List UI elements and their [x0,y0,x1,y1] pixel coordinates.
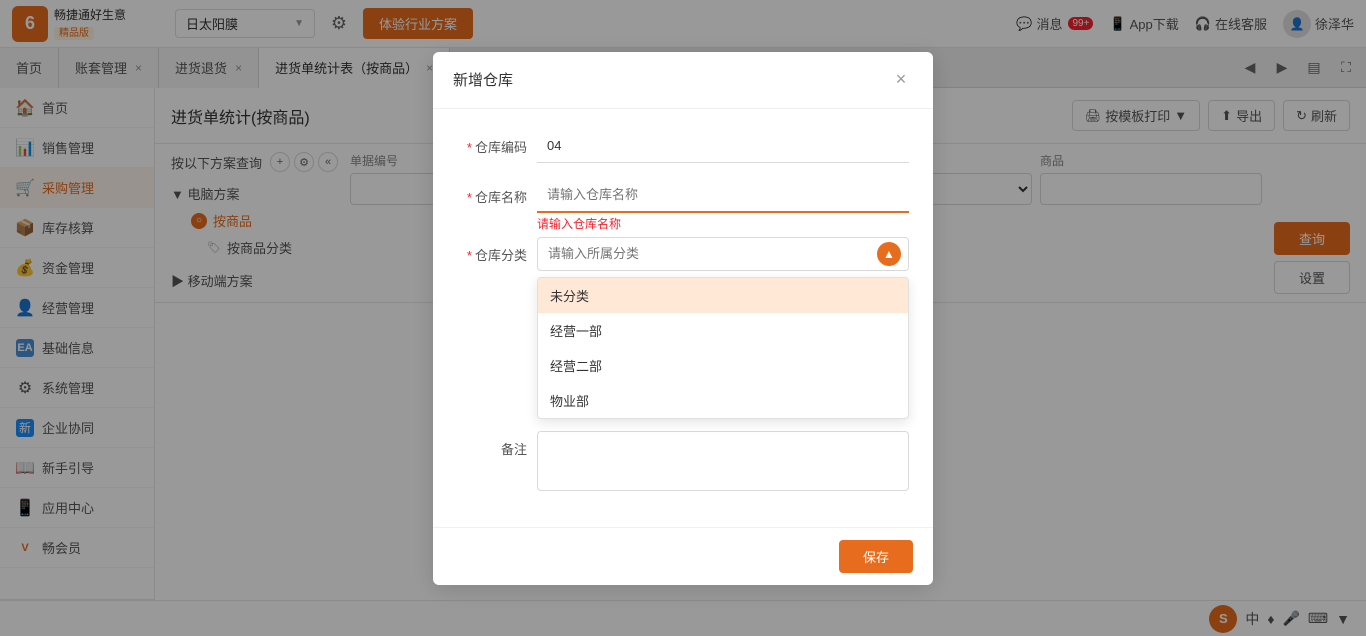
name-input[interactable] [537,179,909,213]
code-input[interactable] [537,129,909,163]
category-label: 仓库分类 [457,237,537,264]
name-label: 仓库名称 [457,179,537,206]
modal-overlay: 新增仓库 × 仓库编码 仓库名称 请输入仓库名称 仓库分类 [0,0,1366,636]
new-warehouse-modal: 新增仓库 × 仓库编码 仓库名称 请输入仓库名称 仓库分类 [433,52,933,585]
notes-label: 备注 [457,431,537,458]
dropdown-item-ops1[interactable]: 经营一部 [538,313,908,348]
category-select-wrapper: ▲ 未分类 经营一部 经营二部 物业部 [537,237,909,271]
form-row-notes: 备注 [457,431,909,491]
modal-close-button[interactable]: × [889,68,913,92]
modal-footer: 保存 [433,527,933,585]
name-input-wrapper: 请输入仓库名称 [537,179,909,213]
category-dropdown-list: 未分类 经营一部 经营二部 物业部 [537,277,909,419]
modal-header: 新增仓库 × [433,52,933,109]
code-label: 仓库编码 [457,129,537,156]
modal-body: 仓库编码 仓库名称 请输入仓库名称 仓库分类 ▲ [433,109,933,527]
name-error-message: 请输入仓库名称 [537,215,621,232]
form-row-category: 仓库分类 ▲ 未分类 经营一部 经营二部 [457,237,909,271]
form-row-name: 仓库名称 请输入仓库名称 [457,179,909,213]
modal-title: 新增仓库 [453,69,513,90]
form-row-code: 仓库编码 [457,129,909,163]
save-button[interactable]: 保存 [839,540,913,573]
category-input[interactable] [537,237,909,271]
dropdown-item-uncategorized[interactable]: 未分类 [538,278,908,313]
dropdown-item-ops2[interactable]: 经营二部 [538,348,908,383]
notes-textarea[interactable] [537,431,909,491]
dropdown-item-property[interactable]: 物业部 [538,383,908,418]
category-dropdown-toggle[interactable]: ▲ [877,242,901,266]
